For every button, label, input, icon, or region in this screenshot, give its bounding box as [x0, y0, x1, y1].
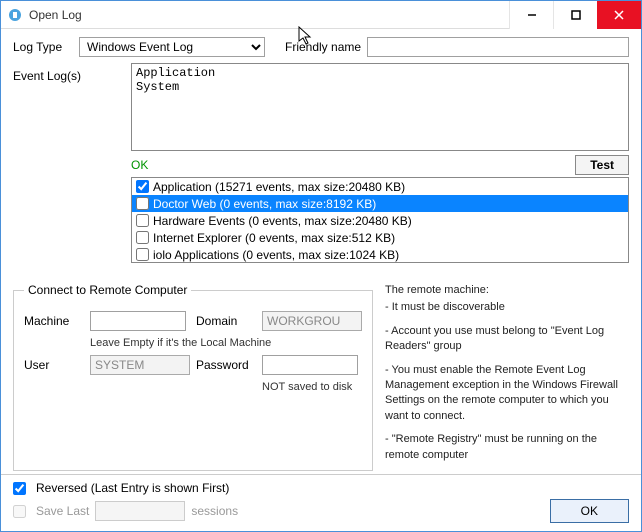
machine-label: Machine — [24, 314, 84, 328]
list-item-label: Internet Explorer (0 events, max size:51… — [153, 231, 395, 245]
sessions-label: sessions — [191, 504, 238, 518]
test-button[interactable]: Test — [575, 155, 629, 175]
domain-readonly: WORKGROU — [262, 311, 362, 331]
logtype-label: Log Type — [13, 40, 73, 54]
password-label: Password — [196, 358, 256, 372]
ok-button[interactable]: OK — [550, 499, 629, 523]
reversed-checkbox[interactable] — [13, 482, 26, 495]
list-item-checkbox[interactable] — [136, 248, 149, 261]
savelast-input — [95, 501, 185, 521]
list-item-label: Application (15271 events, max size:2048… — [153, 180, 405, 194]
app-icon — [7, 7, 23, 23]
eventlogs-label: Event Log(s) — [13, 63, 123, 151]
minimize-button[interactable] — [509, 1, 553, 29]
list-item[interactable]: Application (15271 events, max size:2048… — [132, 178, 628, 195]
reversed-label[interactable]: Reversed (Last Entry is shown First) — [36, 481, 229, 495]
titlebar: Open Log — [1, 1, 641, 29]
eventlogs-textarea[interactable]: Application System — [131, 63, 629, 151]
machine-hint: Leave Empty if it's the Local Machine — [90, 337, 362, 349]
password-input[interactable] — [262, 355, 358, 375]
maximize-button[interactable] — [553, 1, 597, 29]
eventlog-listbox[interactable]: Application (15271 events, max size:2048… — [131, 177, 629, 263]
window-buttons — [509, 1, 641, 29]
friendly-input[interactable] — [367, 37, 629, 57]
remote-info-b3: - You must enable the Remote Event Log M… — [385, 363, 629, 425]
list-item-checkbox[interactable] — [136, 197, 149, 210]
window-title: Open Log — [29, 8, 509, 22]
user-label: User — [24, 358, 84, 372]
remote-info: The remote machine: - It must be discove… — [385, 283, 629, 471]
logtype-select[interactable]: Windows Event Log — [79, 37, 265, 57]
list-item-checkbox[interactable] — [136, 180, 149, 193]
list-item[interactable]: Hardware Events (0 events, max size:2048… — [132, 212, 628, 229]
list-item[interactable]: Internet Explorer (0 events, max size:51… — [132, 229, 628, 246]
machine-input[interactable] — [90, 311, 186, 331]
remote-info-header: The remote machine: — [385, 283, 629, 298]
remote-info-b4: - "Remote Registry" must be running on t… — [385, 432, 629, 463]
list-item[interactable]: Doctor Web (0 events, max size:8192 KB) — [132, 195, 628, 212]
savelast-label: Save Last — [36, 504, 89, 518]
list-item-label: Doctor Web (0 events, max size:8192 KB) — [153, 197, 376, 211]
close-button[interactable] — [597, 1, 641, 29]
remote-info-b1: - It must be discoverable — [385, 300, 629, 315]
list-item[interactable]: iolo Applications (0 events, max size:10… — [132, 246, 628, 263]
list-item-label: Hardware Events (0 events, max size:2048… — [153, 214, 412, 228]
status-text: OK — [131, 158, 575, 172]
list-item-label: iolo Applications (0 events, max size:10… — [153, 248, 399, 262]
domain-label: Domain — [196, 314, 256, 328]
remote-fieldset: Connect to Remote Computer Machine Domai… — [13, 283, 373, 471]
list-item-checkbox[interactable] — [136, 231, 149, 244]
user-readonly: SYSTEM — [90, 355, 190, 375]
friendly-label: Friendly name — [285, 40, 361, 54]
savelast-checkbox — [13, 505, 26, 518]
remote-info-b2: - Account you use must belong to "Event … — [385, 324, 629, 355]
list-item-checkbox[interactable] — [136, 214, 149, 227]
footer: Reversed (Last Entry is shown First) Sav… — [1, 474, 641, 531]
remote-legend: Connect to Remote Computer — [24, 283, 191, 297]
password-hint: NOT saved to disk — [262, 381, 362, 393]
